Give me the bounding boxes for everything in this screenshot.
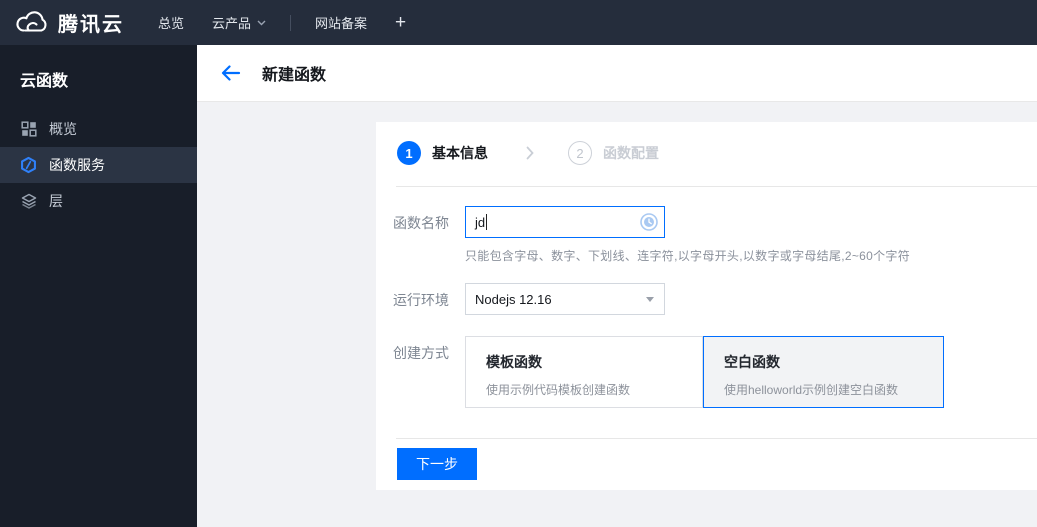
nav-item-cloud-products-label: 云产品 bbox=[212, 16, 252, 31]
select-caret-icon bbox=[646, 297, 654, 302]
back-button[interactable] bbox=[221, 65, 241, 81]
nav-item-website-filing[interactable]: 网站备案 bbox=[301, 0, 381, 45]
grid-icon bbox=[20, 121, 37, 138]
function-hexagon-icon bbox=[20, 156, 37, 174]
creation-method-row: 创建方式 模板函数 使用示例代码模板创建函数 空白函数 使用helloworld… bbox=[393, 336, 1037, 408]
chevron-down-icon bbox=[257, 20, 266, 25]
option-blank-function[interactable]: 空白函数 使用helloworld示例创建空白函数 bbox=[703, 336, 944, 408]
sidebar-item-label: 层 bbox=[49, 193, 63, 209]
next-step-button[interactable]: 下一步 bbox=[397, 448, 477, 480]
function-name-help: 只能包含字母、数字、下划线、连字符,以字母开头,以数字或字母结尾,2~60个字符 bbox=[465, 249, 911, 263]
function-name-label: 函数名称 bbox=[393, 215, 449, 231]
step-2-label: 函数配置 bbox=[603, 145, 659, 161]
runtime-label: 运行环境 bbox=[393, 292, 449, 308]
runtime-select[interactable]: Nodejs 12.16 bbox=[465, 283, 665, 315]
function-name-row: 函数名称 jd 只能包含字母、数字、下划线、连字符,以字母开头,以数字或字母结尾… bbox=[393, 206, 1037, 264]
function-name-control: jd 只能包含字母、数字、下划线、连字符,以字母开头,以数字或字母结尾,2~60… bbox=[465, 206, 910, 264]
step-1-circle: 1 bbox=[397, 141, 421, 165]
clock-autofill-icon[interactable] bbox=[640, 213, 658, 231]
steps-divider bbox=[396, 186, 1037, 187]
top-navbar: 腾讯云 总览 云产品 网站备案 + bbox=[0, 0, 1037, 45]
option-title: 模板函数 bbox=[486, 354, 542, 370]
wizard-steps: 1 基本信息 2 函数配置 bbox=[376, 122, 1037, 165]
creation-method-label: 创建方式 bbox=[393, 345, 449, 361]
cloud-logo-icon bbox=[16, 10, 47, 32]
step-separator-icon bbox=[526, 146, 534, 160]
content-area: 1 基本信息 2 函数配置 函数名称 jd 只能包含字母、数字、下划线、连字符,… bbox=[197, 102, 1037, 527]
create-function-card: 1 基本信息 2 函数配置 函数名称 jd 只能包含字母、数字、下划线、连字符,… bbox=[376, 122, 1037, 490]
page-header: 新建函数 bbox=[197, 45, 1037, 102]
option-template-function[interactable]: 模板函数 使用示例代码模板创建函数 bbox=[465, 336, 703, 408]
page-title: 新建函数 bbox=[262, 67, 327, 84]
brand-name: 腾讯云 bbox=[58, 14, 124, 36]
text-cursor bbox=[486, 214, 488, 230]
function-name-input[interactable]: jd bbox=[465, 206, 665, 238]
nav-divider bbox=[290, 14, 292, 31]
layers-icon bbox=[20, 193, 37, 210]
runtime-selected-value: Nodejs 12.16 bbox=[475, 291, 552, 307]
function-name-value: jd bbox=[475, 214, 486, 230]
nav-item-overview[interactable]: 总览 bbox=[144, 0, 198, 45]
add-tab-button[interactable]: + bbox=[381, 0, 420, 45]
sidebar: 云函数 概览 函数服务 层 bbox=[0, 45, 197, 527]
nav-item-cloud-products[interactable]: 云产品 bbox=[198, 0, 280, 45]
back-arrow-icon bbox=[221, 65, 241, 81]
footer-divider bbox=[396, 438, 1037, 439]
runtime-row: 运行环境 Nodejs 12.16 bbox=[393, 283, 1037, 315]
nav-menu: 总览 云产品 网站备案 + bbox=[144, 0, 420, 45]
option-desc: 使用示例代码模板创建函数 bbox=[486, 383, 631, 397]
creation-method-options: 模板函数 使用示例代码模板创建函数 空白函数 使用helloworld示例创建空… bbox=[465, 336, 944, 408]
step-2-circle: 2 bbox=[568, 141, 592, 165]
sidebar-item-layers[interactable]: 层 bbox=[0, 183, 197, 219]
sidebar-title: 云函数 bbox=[20, 73, 69, 90]
option-title: 空白函数 bbox=[724, 354, 780, 370]
sidebar-item-overview[interactable]: 概览 bbox=[0, 111, 197, 147]
option-desc: 使用helloworld示例创建空白函数 bbox=[724, 383, 899, 397]
sidebar-item-label: 概览 bbox=[49, 121, 77, 137]
sidebar-item-label: 函数服务 bbox=[49, 157, 105, 173]
tencent-cloud-logo[interactable]: 腾讯云 bbox=[14, 8, 124, 37]
step-1-label: 基本信息 bbox=[432, 145, 488, 161]
sidebar-item-function-service[interactable]: 函数服务 bbox=[0, 147, 197, 183]
